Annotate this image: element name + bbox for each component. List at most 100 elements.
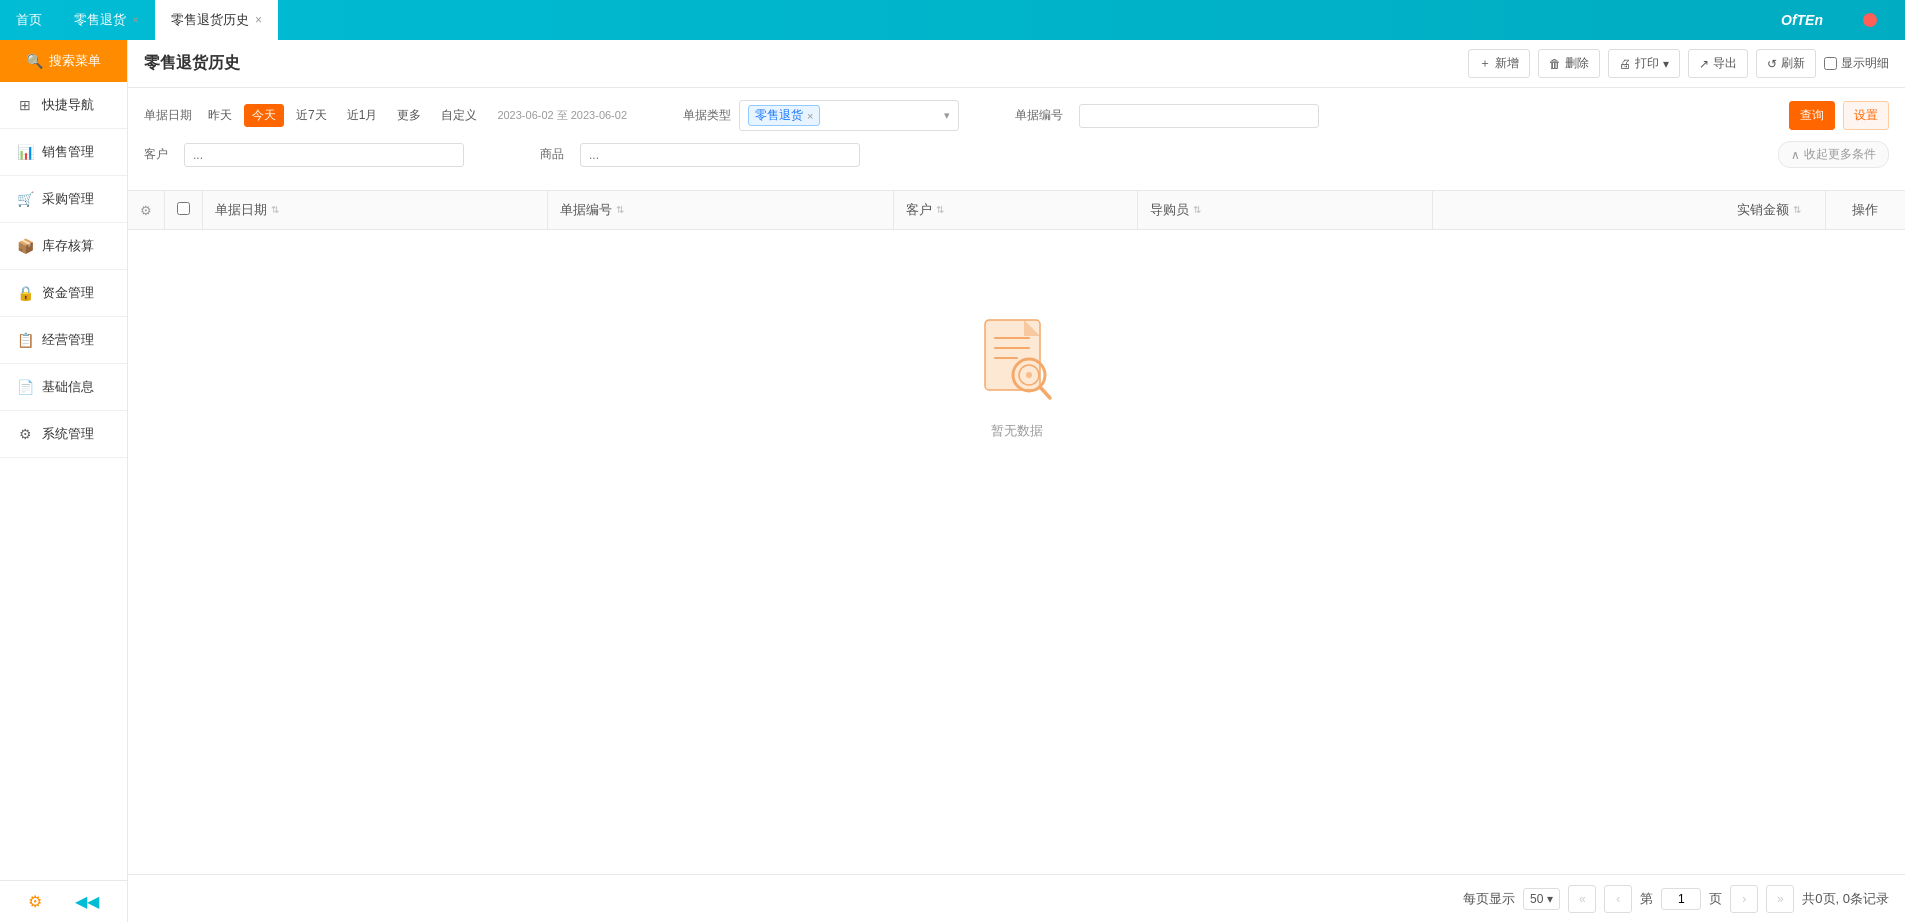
th-actions: 操作 (1825, 191, 1905, 230)
window-close-btn[interactable] (1863, 13, 1877, 27)
page-title: 零售退货历史 (144, 53, 240, 74)
sales-mgmt-icon: 📊 (16, 143, 34, 161)
next-page-icon: › (1742, 892, 1746, 906)
sidebar-item-ops-mgmt[interactable]: 📋 经营管理 (0, 317, 127, 364)
date-btn-yesterday[interactable]: 昨天 (200, 104, 240, 127)
customer-input[interactable] (184, 143, 464, 167)
voucher-no-input[interactable] (1079, 104, 1319, 128)
tab-retail-return[interactable]: 零售退货 × (58, 0, 155, 40)
filter-customer: 客户 (144, 143, 464, 167)
export-button[interactable]: ↗ 导出 (1688, 49, 1748, 78)
settings-filter-button[interactable]: 设置 (1843, 101, 1889, 130)
tab-home[interactable]: 首页 (0, 0, 58, 40)
sidebar-item-quick-nav[interactable]: ⊞ 快捷导航 (0, 82, 127, 129)
show-detail-input[interactable] (1824, 57, 1837, 70)
empty-state-illustration (967, 310, 1067, 410)
sidebar-item-sales-mgmt-label: 销售管理 (42, 143, 94, 161)
collapse-btn-wrapper: ∧ 收起更多条件 (1778, 141, 1889, 168)
th-number-sort-icon[interactable]: ⇅ (616, 205, 624, 215)
voucher-type-tag: 零售退货 × (748, 105, 820, 126)
delete-button[interactable]: 🗑 删除 (1538, 49, 1600, 78)
content-area: 零售退货历史 ＋ 新增 🗑 删除 🖨 打印 ▾ ↗ 导出 (128, 40, 1905, 922)
finance-mgmt-icon: 🔒 (16, 284, 34, 302)
th-amount: 实销金额 ⇅ (1433, 191, 1825, 230)
sidebar-item-system-mgmt[interactable]: ⚙ 系统管理 (0, 411, 127, 458)
voucher-type-label: 单据类型 (683, 107, 731, 124)
query-label: 查询 (1800, 107, 1824, 124)
empty-text: 暂无数据 (991, 422, 1043, 440)
sidebar-nav: ⊞ 快捷导航 📊 销售管理 🛒 采购管理 📦 库存核算 🔒 资金管理 📋 (0, 82, 127, 880)
page-size-selector[interactable]: 50 ▾ (1523, 888, 1560, 910)
settings-btn-sidebar[interactable]: ⚙ (28, 892, 42, 911)
voucher-type-tag-close[interactable]: × (807, 110, 813, 122)
voucher-type-dropdown-icon: ▾ (944, 109, 950, 122)
main-layout: 🔍 搜索菜单 ⊞ 快捷导航 📊 销售管理 🛒 采购管理 📦 库存核算 🔒 (0, 40, 1905, 922)
purchase-mgmt-icon: 🛒 (16, 190, 34, 208)
sidebar-item-inventory-calc[interactable]: 📦 库存核算 (0, 223, 127, 270)
page-label-suffix: 页 (1709, 890, 1722, 908)
tab-home-label: 首页 (16, 11, 42, 29)
th-customer-sort-icon[interactable]: ⇅ (936, 205, 944, 215)
table-container: ⚙ 单据日期 ⇅ 单据编号 (128, 191, 1905, 874)
date-btn-1month[interactable]: 近1月 (339, 104, 386, 127)
top-bar: 首页 零售退货 × 零售退货历史 × OfTEn (0, 0, 1905, 40)
sidebar-item-finance-mgmt[interactable]: 🔒 资金管理 (0, 270, 127, 317)
print-button[interactable]: 🖨 打印 ▾ (1608, 49, 1680, 78)
brand-label: OfTEn (1761, 12, 1843, 28)
sidebar-search[interactable]: 🔍 搜索菜单 (0, 40, 127, 82)
th-date-sort-icon[interactable]: ⇅ (271, 205, 279, 215)
tab-retail-return-history-close[interactable]: × (255, 13, 262, 27)
th-amount-label: 实销金额 (1737, 201, 1789, 219)
new-button[interactable]: ＋ 新增 (1468, 49, 1530, 78)
prev-page-icon: ‹ (1616, 892, 1620, 906)
customer-filter-label: 客户 (144, 146, 168, 163)
last-page-icon: » (1777, 892, 1784, 906)
delete-icon: 🗑 (1549, 57, 1561, 71)
tab-retail-return-close[interactable]: × (132, 13, 139, 27)
date-btn-today[interactable]: 今天 (244, 104, 284, 127)
tab-retail-return-history[interactable]: 零售退货历史 × (155, 0, 278, 40)
ops-mgmt-icon: 📋 (16, 331, 34, 349)
new-icon: ＋ (1479, 55, 1491, 72)
sidebar-item-purchase-mgmt[interactable]: 🛒 采购管理 (0, 176, 127, 223)
filter-row-1: 单据日期 昨天 今天 近7天 近1月 更多 自定义 2023-06-02 至 2… (144, 100, 1889, 131)
filter-voucher-type: 单据类型 零售退货 × ▾ (683, 100, 959, 131)
th-amount-sort-icon[interactable]: ⇅ (1793, 205, 1801, 215)
date-btn-custom[interactable]: 自定义 (433, 104, 485, 127)
goods-input[interactable] (580, 143, 860, 167)
export-label: 导出 (1713, 55, 1737, 72)
th-number-label: 单据编号 (560, 201, 612, 219)
date-btn-more[interactable]: 更多 (389, 104, 429, 127)
prev-page-btn[interactable]: ‹ (1604, 885, 1632, 913)
th-number: 单据编号 ⇅ (548, 191, 893, 230)
date-btn-7days[interactable]: 近7天 (288, 104, 335, 127)
th-settings: ⚙ (128, 191, 165, 230)
table-header-row: ⚙ 单据日期 ⇅ 单据编号 (128, 191, 1905, 230)
sidebar-item-basic-info[interactable]: 📄 基础信息 (0, 364, 127, 411)
last-page-btn[interactable]: » (1766, 885, 1794, 913)
filter-row-2: 客户 商品 ∧ 收起更多条件 (144, 141, 1889, 168)
collapse-label: 收起更多条件 (1804, 146, 1876, 163)
select-all-checkbox[interactable] (177, 202, 190, 215)
empty-state: 暂无数据 (128, 230, 1905, 520)
sidebar-item-finance-mgmt-label: 资金管理 (42, 284, 94, 302)
date-filter-label: 单据日期 (144, 107, 192, 124)
collapse-button[interactable]: ∧ 收起更多条件 (1778, 141, 1889, 168)
audio-btn-sidebar[interactable]: ◀◀ (75, 892, 99, 911)
refresh-button[interactable]: ↺ 刷新 (1756, 49, 1816, 78)
voucher-type-select[interactable]: 零售退货 × ▾ (739, 100, 959, 131)
query-button[interactable]: 查询 (1789, 101, 1835, 130)
page-number-input[interactable] (1661, 888, 1701, 910)
header-actions: ＋ 新增 🗑 删除 🖨 打印 ▾ ↗ 导出 ↺ 刷新 (1468, 49, 1889, 78)
empty-state-row: 暂无数据 (128, 230, 1905, 521)
svg-line-7 (1040, 387, 1050, 398)
show-detail-checkbox[interactable]: 显示明细 (1824, 55, 1889, 72)
th-guide-sort-icon[interactable]: ⇅ (1193, 205, 1201, 215)
sidebar-item-inventory-calc-label: 库存核算 (42, 237, 94, 255)
next-page-btn[interactable]: › (1730, 885, 1758, 913)
table-header: ⚙ 单据日期 ⇅ 单据编号 (128, 191, 1905, 230)
table-settings-icon[interactable]: ⚙ (140, 203, 152, 218)
sidebar-item-sales-mgmt[interactable]: 📊 销售管理 (0, 129, 127, 176)
first-page-btn[interactable]: « (1568, 885, 1596, 913)
search-icon: 🔍 (26, 53, 43, 69)
